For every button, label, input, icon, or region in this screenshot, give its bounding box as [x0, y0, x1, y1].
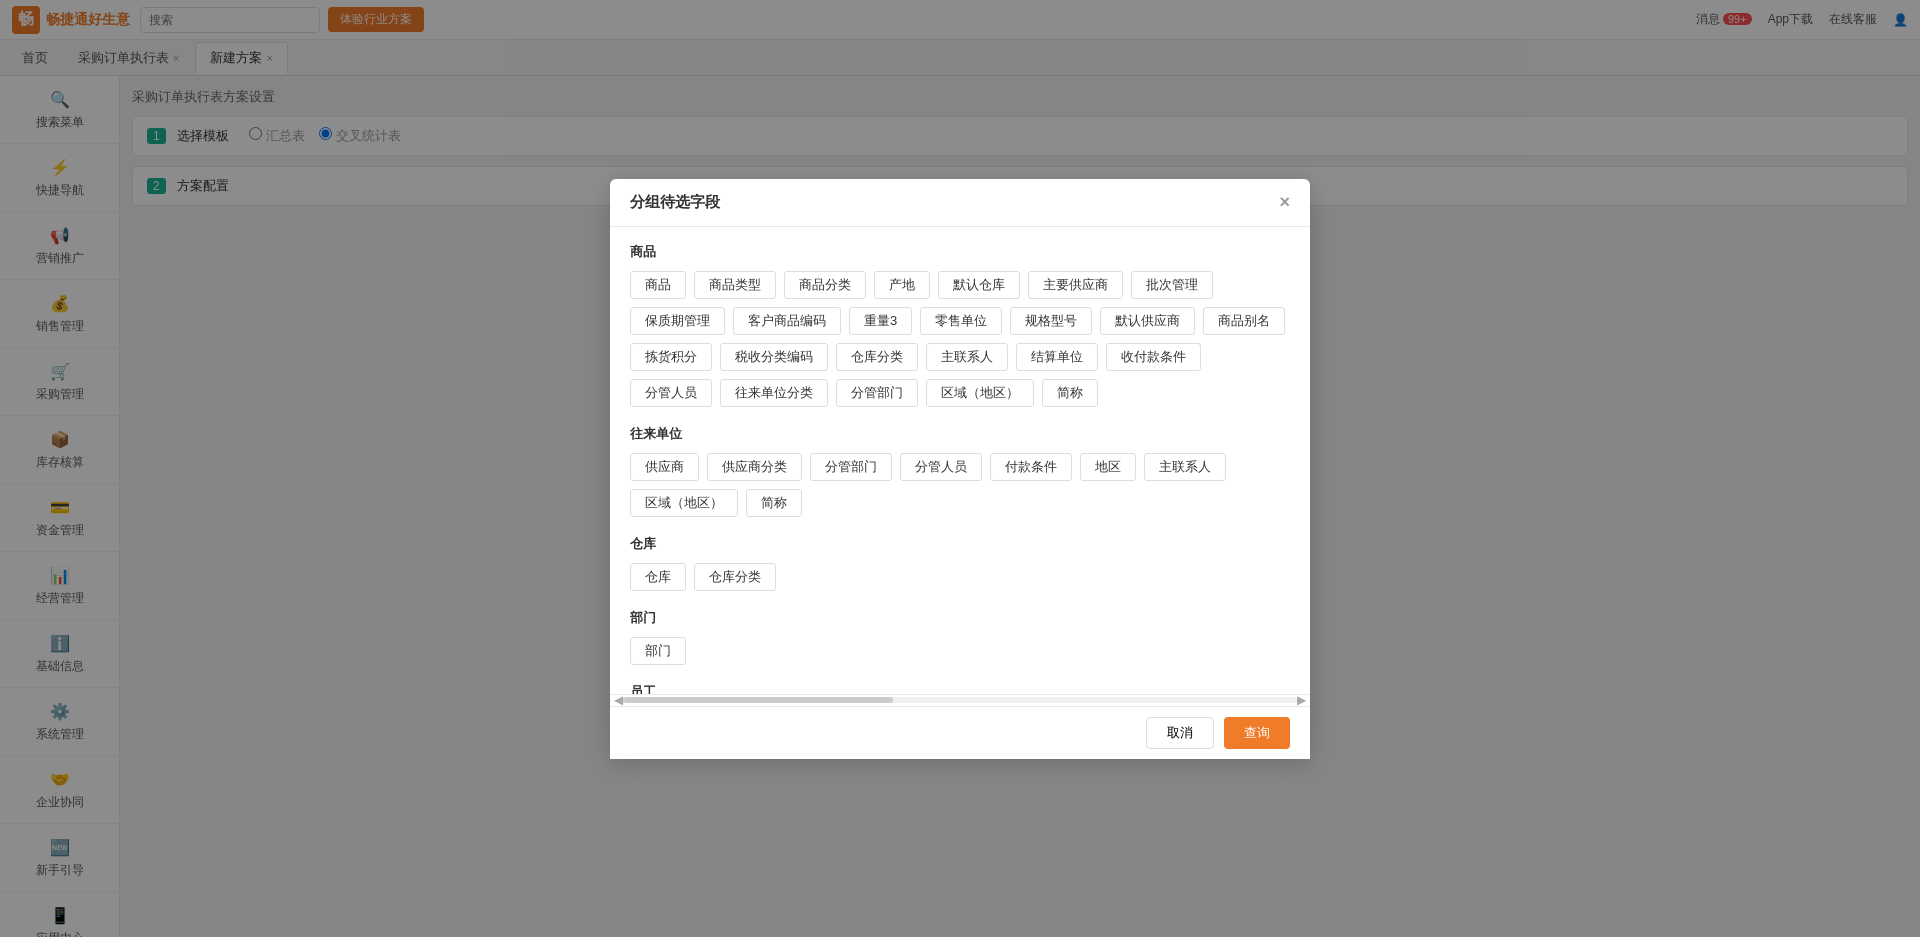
field-tag-product-alias[interactable]: 商品别名 — [1203, 307, 1285, 335]
department-field-tags: 部门 — [630, 637, 1290, 665]
section-partner-title: 往来单位 — [630, 425, 1290, 443]
field-tag-partner-region[interactable]: 区域（地区） — [630, 489, 738, 517]
field-tag-customer-code[interactable]: 客户商品编码 — [733, 307, 841, 335]
field-tag-product[interactable]: 商品 — [630, 271, 686, 299]
field-tag-spec-model[interactable]: 规格型号 — [1010, 307, 1092, 335]
section-product-title: 商品 — [630, 243, 1290, 261]
modal-title: 分组待选字段 — [630, 193, 720, 212]
field-tag-quality-period[interactable]: 保质期管理 — [630, 307, 725, 335]
hscroll-track[interactable] — [623, 697, 1297, 703]
field-tag-short-name[interactable]: 简称 — [1042, 379, 1098, 407]
field-tag-retail-unit[interactable]: 零售单位 — [920, 307, 1002, 335]
field-tag-partner-short[interactable]: 简称 — [746, 489, 802, 517]
field-tag-department[interactable]: 部门 — [630, 637, 686, 665]
product-field-tags: 商品 商品类型 商品分类 产地 默认仓库 主要供应商 批次管理 保质期管理 客户… — [630, 271, 1290, 407]
field-tag-product-category[interactable]: 商品分类 — [784, 271, 866, 299]
field-selection-modal: 分组待选字段 × 商品 商品 商品类型 商品分类 产地 默认仓库 主要供应商 批… — [610, 179, 1310, 759]
field-tag-main-supplier[interactable]: 主要供应商 — [1028, 271, 1123, 299]
warehouse-field-tags: 仓库 仓库分类 — [630, 563, 1290, 591]
field-tag-payment-terms[interactable]: 收付款条件 — [1106, 343, 1201, 371]
section-warehouse: 仓库 仓库 仓库分类 — [630, 535, 1290, 591]
field-tag-weight3[interactable]: 重量3 — [849, 307, 912, 335]
field-tag-origin[interactable]: 产地 — [874, 271, 930, 299]
field-tag-tax-code[interactable]: 税收分类编码 — [720, 343, 828, 371]
field-tag-warehouse-type[interactable]: 仓库分类 — [694, 563, 776, 591]
section-department: 部门 部门 — [630, 609, 1290, 665]
section-partner: 往来单位 供应商 供应商分类 分管部门 分管人员 付款条件 地区 主联系人 区域… — [630, 425, 1290, 517]
field-tag-dept[interactable]: 分管部门 — [836, 379, 918, 407]
field-tag-region[interactable]: 区域（地区） — [926, 379, 1034, 407]
hscroll-thumb — [623, 697, 893, 703]
cancel-button[interactable]: 取消 — [1146, 717, 1214, 749]
section-product: 商品 商品 商品类型 商品分类 产地 默认仓库 主要供应商 批次管理 保质期管理… — [630, 243, 1290, 407]
field-tag-settlement-unit[interactable]: 结算单位 — [1016, 343, 1098, 371]
field-tag-main-contact[interactable]: 主联系人 — [926, 343, 1008, 371]
field-tag-payment-condition[interactable]: 付款条件 — [990, 453, 1072, 481]
field-tag-warehouse-category[interactable]: 仓库分类 — [836, 343, 918, 371]
field-tag-product-type[interactable]: 商品类型 — [694, 271, 776, 299]
field-tag-manage-person[interactable]: 分管人员 — [900, 453, 982, 481]
section-warehouse-title: 仓库 — [630, 535, 1290, 553]
modal-footer: 取消 查询 — [610, 706, 1310, 759]
field-tag-default-warehouse[interactable]: 默认仓库 — [938, 271, 1020, 299]
section-employee: 员工 业务员 — [630, 683, 1290, 694]
partner-field-tags: 供应商 供应商分类 分管部门 分管人员 付款条件 地区 主联系人 区域（地区） … — [630, 453, 1290, 517]
field-tag-manage-dept[interactable]: 分管部门 — [810, 453, 892, 481]
field-tag-warehouse[interactable]: 仓库 — [630, 563, 686, 591]
field-tag-supplier-category[interactable]: 供应商分类 — [707, 453, 802, 481]
modal-close-btn[interactable]: × — [1279, 193, 1290, 211]
modal-body[interactable]: 商品 商品 商品类型 商品分类 产地 默认仓库 主要供应商 批次管理 保质期管理… — [610, 227, 1310, 694]
field-tag-district[interactable]: 地区 — [1080, 453, 1136, 481]
field-tag-partner-contact[interactable]: 主联系人 — [1144, 453, 1226, 481]
field-tag-default-supplier[interactable]: 默认供应商 — [1100, 307, 1195, 335]
modal-header: 分组待选字段 × — [610, 179, 1310, 227]
field-tag-supplier[interactable]: 供应商 — [630, 453, 699, 481]
field-tag-supervisor[interactable]: 分管人员 — [630, 379, 712, 407]
field-tag-pick-score[interactable]: 拣货积分 — [630, 343, 712, 371]
modal-hscroll[interactable]: ◀ ▶ — [610, 694, 1310, 706]
modal-overlay: 分组待选字段 × 商品 商品 商品类型 商品分类 产地 默认仓库 主要供应商 批… — [0, 0, 1920, 937]
confirm-button[interactable]: 查询 — [1224, 717, 1290, 749]
section-department-title: 部门 — [630, 609, 1290, 627]
section-employee-title: 员工 — [630, 683, 1290, 694]
field-tag-partner-category[interactable]: 往来单位分类 — [720, 379, 828, 407]
field-tag-batch-manage[interactable]: 批次管理 — [1131, 271, 1213, 299]
